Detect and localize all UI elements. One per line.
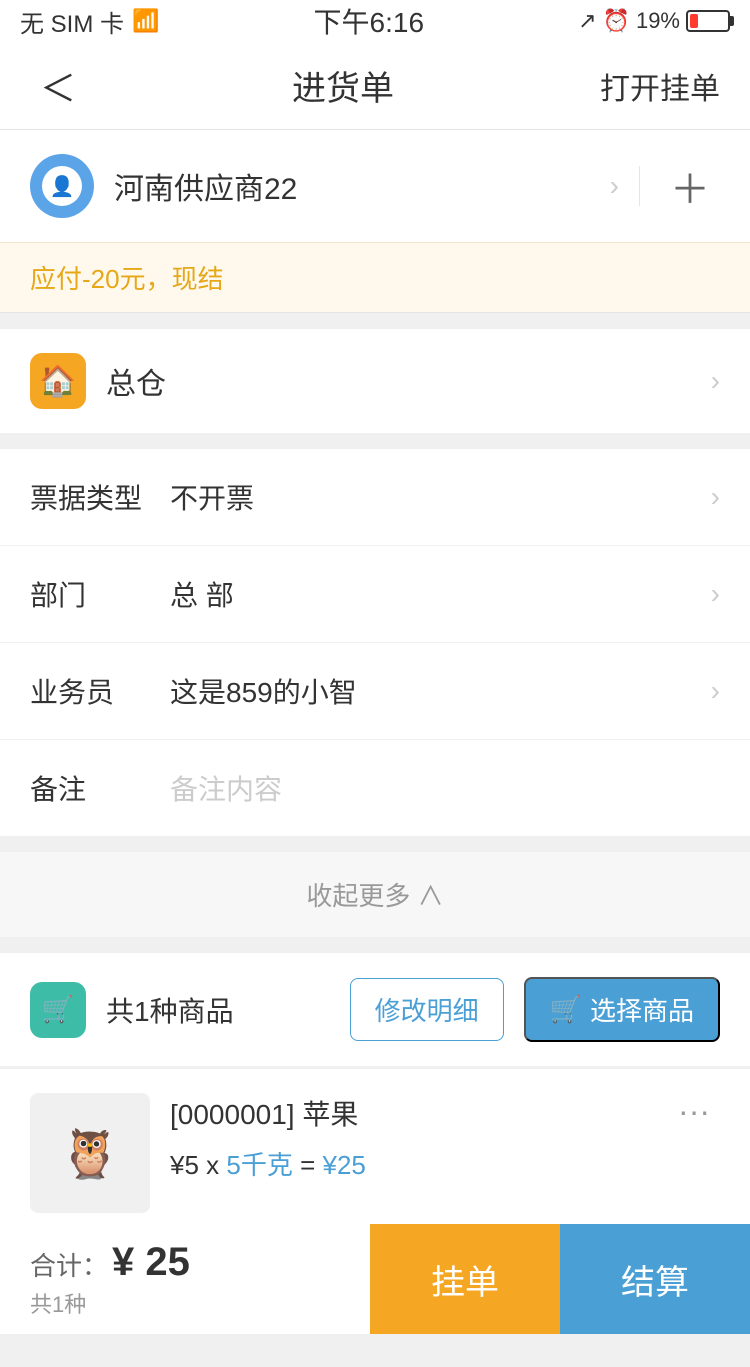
status-right: ↗ ⏰ 19% (578, 8, 730, 34)
supplier-notice: 应付-20元，现结 (0, 242, 750, 312)
supplier-row[interactable]: 👤 河南供应商22 › ＋ (0, 130, 750, 242)
product-thumbnail: 🦉 (30, 1093, 150, 1213)
supplier-avatar: 👤 (30, 154, 94, 218)
warehouse-name: 总仓 (106, 359, 711, 403)
total-section: 合计： ¥ 25 共1种 (0, 1240, 370, 1319)
remark-input[interactable]: 备注内容 (170, 768, 720, 808)
remark-row[interactable]: 备注 备注内容 (0, 740, 750, 836)
supplier-avatar-inner: 👤 (42, 166, 82, 206)
invoice-label: 票据类型 (30, 477, 170, 517)
product-price: ¥5 x 5千克 = ¥25 (170, 1145, 668, 1182)
chevron-right-icon: › (711, 481, 720, 513)
battery-percent: 19% (636, 8, 680, 34)
product-more-button[interactable]: ··· (668, 1093, 720, 1130)
settle-button[interactable]: 结算 (560, 1224, 750, 1334)
chevron-right-icon: › (711, 675, 720, 707)
total-amount: ¥ 25 (112, 1240, 190, 1285)
total-label: 合计： (30, 1246, 108, 1283)
status-time: 下午6:16 (314, 1, 425, 41)
cart-icon: 🛒 (550, 994, 582, 1025)
dept-label: 部门 (30, 574, 170, 614)
collapse-button[interactable]: 收起更多 ∧ (306, 876, 443, 913)
supplier-name: 河南供应商22 (114, 164, 610, 208)
select-products-button[interactable]: 🛒 选择商品 (524, 977, 720, 1042)
owl-icon: 🦉 (60, 1125, 120, 1182)
total-count: 共1种 (30, 1287, 340, 1319)
divider (639, 166, 640, 206)
dept-row[interactable]: 部门 总 部 › (0, 546, 750, 643)
battery-icon (686, 10, 730, 32)
products-header: 🛒 共1种商品 修改明细 🛒 选择商品 (0, 953, 750, 1066)
sales-label: 业务员 (30, 671, 170, 711)
wifi-icon: 📶 (132, 8, 159, 34)
back-button[interactable]: ＜ (30, 50, 86, 122)
location-icon: ↗ (578, 8, 596, 34)
content: 👤 河南供应商22 › ＋ 应付-20元，现结 🏠 总仓 › 票据类型 不开票 … (0, 130, 750, 1367)
supplier-section: 👤 河南供应商22 › ＋ 应付-20元，现结 (0, 130, 750, 313)
products-icon: 🛒 (30, 982, 86, 1038)
product-name: [0000001] 苹果 (170, 1093, 668, 1133)
chevron-right-icon: › (610, 170, 619, 202)
dept-value: 总 部 (170, 574, 711, 614)
sales-value: 这是859的小智 (170, 671, 711, 711)
user-icon: 👤 (50, 174, 75, 199)
products-count: 共1种商品 (106, 990, 330, 1030)
form-section: 票据类型 不开票 › 部门 总 部 › 业务员 这是859的小智 › 备注 备注… (0, 449, 750, 836)
invoice-value: 不开票 (170, 477, 711, 517)
nav-bar: ＜ 进货单 打开挂单 (0, 42, 750, 130)
bottom-bar: 合计： ¥ 25 共1种 挂单 结算 (0, 1224, 750, 1334)
product-item: 🦉 [0000001] 苹果 ¥5 x 5千克 = ¥25 ··· (0, 1068, 750, 1237)
chevron-right-icon: › (711, 365, 720, 397)
sales-row[interactable]: 业务员 这是859的小智 › (0, 643, 750, 740)
status-carrier: 无 SIM 卡 📶 (20, 4, 159, 39)
chevron-right-icon: › (711, 578, 720, 610)
status-bar: 无 SIM 卡 📶 下午6:16 ↗ ⏰ 19% (0, 0, 750, 42)
collapse-section[interactable]: 收起更多 ∧ (0, 852, 750, 937)
suspend-button[interactable]: 挂单 (370, 1224, 560, 1334)
warehouse-section: 🏠 总仓 › (0, 329, 750, 433)
add-supplier-button[interactable]: ＋ (660, 157, 720, 215)
edit-details-button[interactable]: 修改明细 (350, 978, 504, 1041)
product-info: [0000001] 苹果 ¥5 x 5千克 = ¥25 (170, 1093, 668, 1182)
warehouse-row[interactable]: 🏠 总仓 › (0, 329, 750, 433)
warehouse-icon: 🏠 (30, 353, 86, 409)
remark-label: 备注 (30, 768, 170, 808)
alarm-icon: ⏰ (603, 8, 630, 34)
open-suspend-button[interactable]: 打开挂单 (600, 64, 720, 108)
page-title: 进货单 (292, 61, 394, 110)
invoice-row[interactable]: 票据类型 不开票 › (0, 449, 750, 546)
